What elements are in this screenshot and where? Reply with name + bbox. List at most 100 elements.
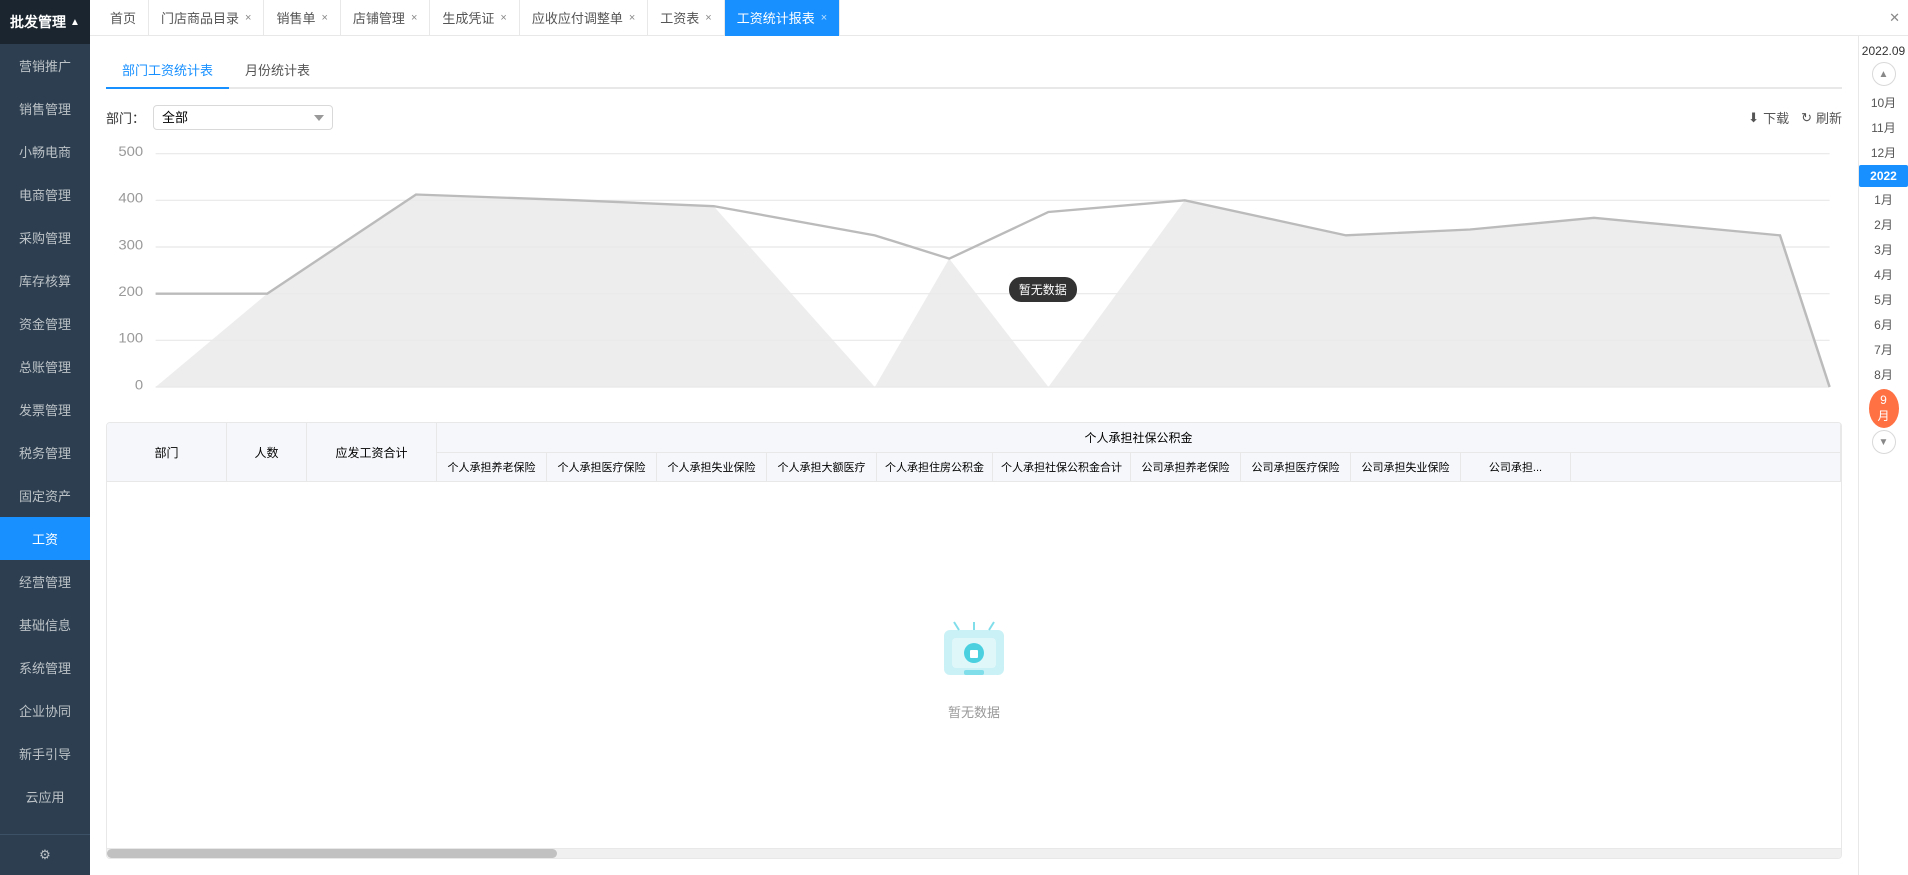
settings-icon: ⚙ — [39, 847, 51, 862]
tab-close-voucher[interactable]: × — [500, 12, 506, 24]
timeline-month-apr[interactable]: 4月 — [1859, 262, 1908, 287]
tab-label-payroll: 工资表 — [660, 8, 699, 27]
tab-payroll-report[interactable]: 工资统计报表× — [725, 0, 840, 36]
sidebar-item-assets[interactable]: 固定资产 — [0, 474, 90, 517]
timeline-month-year-2022[interactable]: 2022 — [1859, 165, 1908, 187]
tab-sales-order[interactable]: 销售单 × — [264, 0, 340, 36]
tab-close-ar-ap-adjust[interactable]: × — [629, 12, 635, 24]
svg-text:200: 200 — [118, 284, 143, 300]
timeline-month-jul[interactable]: 7月 — [1859, 337, 1908, 362]
th-group-personal: 个人承担社保公积金 个人承担养老保险个人承担医疗保险个人承担失业保险个人承担大额… — [437, 423, 1841, 481]
sidebar-item-inventory[interactable]: 库存核算 — [0, 259, 90, 302]
th-count: 人数 — [227, 423, 307, 481]
sidebar-item-cloud[interactable]: 云应用 — [0, 775, 90, 818]
timeline-month-may[interactable]: 5月 — [1859, 287, 1908, 312]
timeline-month-aug[interactable]: 8月 — [1859, 362, 1908, 387]
tab-label-store-catalog: 门店商品目录 — [161, 8, 239, 27]
sidebar-item-operations[interactable]: 经营管理 — [0, 560, 90, 603]
download-label: 下载 — [1763, 108, 1789, 127]
th-subcol-0: 个人承担养老保险 — [437, 453, 547, 481]
timeline-month-jan[interactable]: 1月 — [1859, 187, 1908, 212]
sidebar-item-ecommerce-small[interactable]: 小畅电商 — [0, 130, 90, 173]
refresh-icon: ↻ — [1801, 110, 1812, 126]
timeline-month-sep[interactable]: 9月 — [1869, 389, 1899, 428]
tab-label-store-management: 店铺管理 — [353, 8, 405, 27]
refresh-button[interactable]: ↻ 刷新 — [1801, 108, 1842, 127]
tab-close-store-management[interactable]: × — [411, 12, 417, 24]
sub-tab-dept-payroll[interactable]: 部门工资统计表 — [106, 52, 229, 89]
svg-text:100: 100 — [118, 331, 143, 347]
svg-text:0: 0 — [135, 378, 143, 394]
sidebar-item-guide[interactable]: 新手引导 — [0, 732, 90, 775]
sub-tabs: 部门工资统计表月份统计表 — [106, 52, 1842, 89]
sidebar-item-purchase[interactable]: 采购管理 — [0, 216, 90, 259]
sidebar-header[interactable]: 批发管理 ▲ — [0, 0, 90, 44]
tab-close-sales-order[interactable]: × — [321, 12, 327, 24]
sidebar-item-tax[interactable]: 税务管理 — [0, 431, 90, 474]
tab-close-payroll[interactable]: × — [705, 12, 711, 24]
sidebar-item-ledger[interactable]: 总账管理 — [0, 345, 90, 388]
table-body: 暂无数据 — [107, 482, 1841, 848]
timeline-month-jun[interactable]: 6月 — [1859, 312, 1908, 337]
sidebar-item-sales[interactable]: 销售管理 — [0, 87, 90, 130]
sidebar-item-ecommerce[interactable]: 电商管理 — [0, 173, 90, 216]
tab-label-sales-order: 销售单 — [276, 8, 315, 27]
table-header: 部门 人数 应发工资合计 个人承担社保公积金 个人承担养老保险个人承担医疗保险个… — [107, 423, 1841, 482]
th-subcol-6: 公司承担养老保险 — [1131, 453, 1241, 481]
sidebar-item-system[interactable]: 系统管理 — [0, 646, 90, 689]
svg-text:300: 300 — [118, 238, 143, 254]
th-subcol-1: 个人承担医疗保险 — [547, 453, 657, 481]
th-subcol-5: 个人承担社保公积金合计 — [993, 453, 1131, 481]
th-subcol-2: 个人承担失业保险 — [657, 453, 767, 481]
table-section: 部门 人数 应发工资合计 个人承担社保公积金 个人承担养老保险个人承担医疗保险个… — [106, 422, 1842, 859]
th-subcol-4: 个人承担住房公积金 — [877, 453, 993, 481]
content-area: 部门工资统计表月份统计表 部门： 全部 ⬇ 下载 ↻ 刷新 — [90, 36, 1908, 875]
main-area: 首页门店商品目录×销售单×店铺管理×生成凭证×应收应付调整单×工资表×工资统计报… — [90, 0, 1908, 875]
tab-payroll[interactable]: 工资表 × — [648, 0, 724, 36]
tab-ar-ap-adjust[interactable]: 应收应付调整单× — [520, 0, 648, 36]
empty-text: 暂无数据 — [948, 702, 1000, 721]
chart-area: 500 400 300 200 100 0 — [106, 142, 1842, 422]
chart-svg: 500 400 300 200 100 0 — [106, 142, 1842, 422]
sidebar-item-collaboration[interactable]: 企业协同 — [0, 689, 90, 732]
timeline-month-oct[interactable]: 10月 — [1859, 90, 1908, 115]
tab-store-management[interactable]: 店铺管理 × — [341, 0, 430, 36]
sidebar-item-invoice[interactable]: 发票管理 — [0, 388, 90, 431]
timeline-up-nav[interactable]: ▲ — [1872, 62, 1896, 86]
horizontal-scrollbar[interactable] — [107, 848, 1841, 858]
timeline-month-nov[interactable]: 11月 — [1859, 115, 1908, 140]
sidebar-item-finance[interactable]: 资金管理 — [0, 302, 90, 345]
sidebar: 批发管理 ▲ 营销推广销售管理小畅电商电商管理采购管理库存核算资金管理总账管理发… — [0, 0, 90, 875]
tab-close-payroll-report[interactable]: × — [821, 12, 827, 24]
timeline-month-dec[interactable]: 12月 — [1859, 140, 1908, 165]
th-subcol-3: 个人承担大额医疗 — [767, 453, 877, 481]
th-total-salary: 应发工资合计 — [307, 423, 437, 481]
sidebar-item-marketing[interactable]: 营销推广 — [0, 44, 90, 87]
sidebar-settings[interactable]: ⚙ — [0, 834, 90, 875]
tab-voucher[interactable]: 生成凭证 × — [430, 0, 519, 36]
sidebar-item-salary[interactable]: 工资 — [0, 517, 90, 560]
download-button[interactable]: ⬇ 下载 — [1748, 108, 1789, 127]
tab-label-home: 首页 — [110, 8, 136, 27]
sidebar-title: 批发管理 — [10, 12, 66, 32]
tab-label-voucher: 生成凭证 — [442, 8, 494, 27]
th-subcol-7: 公司承担医疗保险 — [1241, 453, 1351, 481]
dept-select[interactable]: 全部 — [153, 105, 333, 130]
timeline-down-nav[interactable]: ▼ — [1872, 430, 1896, 454]
dept-label: 部门： — [106, 108, 145, 127]
th-subcol-9: 公司承担... — [1461, 453, 1571, 481]
tab-home[interactable]: 首页 — [98, 0, 149, 36]
timeline-month-feb[interactable]: 2月 — [1859, 212, 1908, 237]
sidebar-item-base-info[interactable]: 基础信息 — [0, 603, 90, 646]
toolbar-right: ⬇ 下载 ↻ 刷新 — [1748, 108, 1842, 127]
scrollbar-thumb[interactable] — [107, 849, 557, 858]
download-icon: ⬇ — [1748, 110, 1759, 126]
toolbar: 部门： 全部 ⬇ 下载 ↻ 刷新 — [106, 105, 1842, 130]
tab-store-catalog[interactable]: 门店商品目录 × — [149, 0, 264, 36]
tab-close-store-catalog[interactable]: × — [245, 12, 251, 24]
sidebar-collapse-icon[interactable]: ▲ — [70, 17, 80, 28]
timeline-month-mar[interactable]: 3月 — [1859, 237, 1908, 262]
close-all-button[interactable]: ✕ — [1889, 10, 1900, 26]
timeline-panel: 2022.09 ▲ 10月11月12月20221月2月3月4月5月6月7月8月9… — [1858, 36, 1908, 875]
sub-tab-month-stats[interactable]: 月份统计表 — [229, 52, 326, 89]
